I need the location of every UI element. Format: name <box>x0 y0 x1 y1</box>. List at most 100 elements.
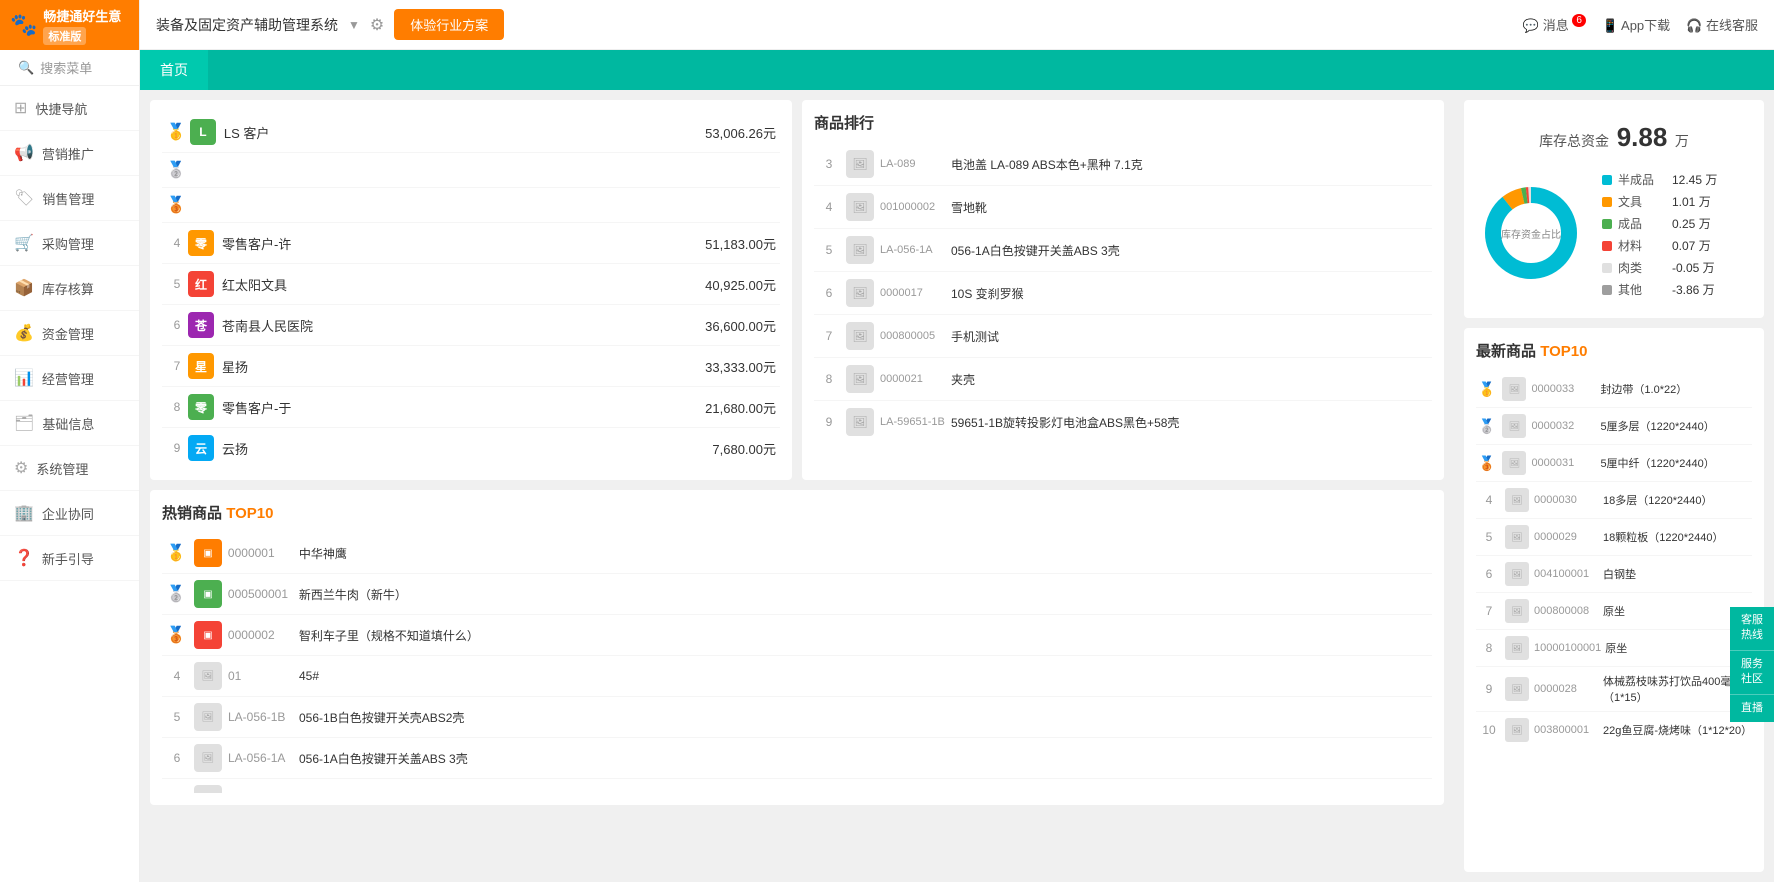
rank-number: 4 <box>166 236 188 250</box>
sidebar-item-basic[interactable]: 🗂 基础信息 <box>0 401 139 446</box>
np-id: 0000030 <box>1534 494 1599 506</box>
thumb-placeholder: 🖼 <box>1511 643 1522 654</box>
rank-number: 9 <box>166 441 188 455</box>
product-id: LA-056-1A <box>880 244 945 256</box>
msg-badge: 6 <box>1572 14 1586 27</box>
thumb-placeholder: 🖼 <box>1511 684 1522 695</box>
product-name: 056-1B白色按键开关壳ABS2壳 <box>299 709 1428 726</box>
legend-value: -3.86 万 <box>1672 281 1715 298</box>
product-name: 智利车子里（规格不知道填什么） <box>299 627 1428 644</box>
legend-label: 肉类 <box>1618 259 1666 276</box>
sidebar-item-purchase[interactable]: 🛒采购管理 <box>0 221 139 266</box>
product-name: 雪地靴 <box>951 199 1428 216</box>
quick-nav-label: 快捷导航 <box>35 99 87 118</box>
product-name: 中华神鹰 <box>299 545 1428 562</box>
product-thumb: 🖼 <box>194 662 222 690</box>
sidebar-item-inventory[interactable]: 📦库存核算 <box>0 266 139 311</box>
np-thumb: 🖼 <box>1505 488 1529 512</box>
product-id: LA-056-1A <box>228 751 293 765</box>
rank-number: 6 <box>166 318 188 332</box>
np-thumb: 🖼 <box>1502 377 1526 401</box>
sidebar-item-sales[interactable]: 🏷销售管理 <box>0 176 139 221</box>
operations-label: 经营管理 <box>42 369 94 388</box>
new-product-row: 4🖼000003018多层（1220*2440） <box>1476 482 1752 519</box>
product-rank-row: 3🖼LA-089电池盖 LA-089 ABS本色+黑种 7.1克 <box>814 143 1432 186</box>
customer-service-button[interactable]: 客服 热线 <box>1730 607 1774 651</box>
legend-item: 成品0.25 万 <box>1602 215 1717 232</box>
new-product-row: 10🖼00380000122g鱼豆腐-烧烤味（1*12*20） <box>1476 712 1752 748</box>
finance-icon: 💰 <box>14 323 34 343</box>
customer-rank-row: 🥈 <box>162 153 780 188</box>
dropdown-icon[interactable]: ▼ <box>348 18 360 32</box>
content-left: 🥇LLS 客户53,006.26元🥈🥉4零零售客户-许51,183.00元5红红… <box>140 90 1454 882</box>
experience-btn[interactable]: 体验行业方案 <box>394 9 504 40</box>
customer-amount: 53,006.26元 <box>705 123 776 142</box>
product-name: 056-1A白色按键开关盖ABS 3壳 <box>299 750 1428 767</box>
rank-number: 8 <box>1478 641 1500 655</box>
product-id: 0000021 <box>880 373 945 385</box>
inventory-label: 库存核算 <box>42 279 94 298</box>
product-id: 0000001 <box>228 546 293 560</box>
np-id: 0000029 <box>1534 531 1599 543</box>
thumb-icon: 🖼 <box>852 243 867 257</box>
product-rank-row: 8🖼0000021夹壳 <box>814 358 1432 401</box>
customer-badge: 零 <box>188 394 214 420</box>
sidebar-item-system[interactable]: ⚙系统管理 <box>0 446 139 491</box>
product-rank-row: 5🖼LA-056-1A056-1A白色按键开关盖ABS 3壳 <box>814 229 1432 272</box>
product-name: 59651-1B旋转投影灯电池盒ABS黑色+58壳 <box>951 414 1428 431</box>
new-products-title: 最新商品 TOP10 <box>1476 340 1752 361</box>
legend-dot <box>1602 175 1612 185</box>
customer-badge: 红 <box>188 271 214 297</box>
customer-badge: L <box>190 119 216 145</box>
hot-product-row: 7🖼NB2.0X30B2.0X30MM双搓花轴,搓花直径2.1MM/ROHS <box>162 779 1432 793</box>
sidebar-item-operations[interactable]: 📊经营管理 <box>0 356 139 401</box>
sidebar-item-finance[interactable]: 💰资金管理 <box>0 311 139 356</box>
product-name: 056-1A白色按键开关盖ABS 3壳 <box>951 242 1428 259</box>
sidebar-item-guide[interactable]: ❓ 新手引导 <box>0 536 139 581</box>
np-thumb: 🖼 <box>1505 677 1529 701</box>
direct-button[interactable]: 直播 <box>1730 695 1774 722</box>
float-buttons: 客服 热线服务 社区直播 <box>1730 607 1774 722</box>
topbar: 装备及固定资产辅助管理系统 ▼ ⚙ 体验行业方案 💬 消息 6 📱 App下载 … <box>140 0 1774 50</box>
product-id: LA-089 <box>880 158 945 170</box>
guide-icon: ❓ <box>14 548 34 568</box>
legend-value: 0.25 万 <box>1672 215 1711 232</box>
sidebar-item-marketing[interactable]: 📢营销推广 <box>0 131 139 176</box>
inventory-label: 库存总资金 <box>1539 133 1609 149</box>
app-download-btn[interactable]: 📱 App下载 <box>1602 15 1670 34</box>
donut-legend: 半成品12.45 万文具1.01 万成品0.25 万材料0.07 万肉类-0.0… <box>1602 171 1717 298</box>
rank-number: 5 <box>166 277 188 291</box>
guide-label: 新手引导 <box>42 549 94 568</box>
product-id: 0000002 <box>228 628 293 642</box>
customer-rank-row: 7星星扬33,333.00元 <box>162 346 780 387</box>
app-logo: 🐾 畅捷通好生意 标准版 <box>0 0 139 50</box>
company-label: 企业协同 <box>42 504 94 523</box>
sidebar-item-company[interactable]: 🏢企业协同 <box>0 491 139 536</box>
rank-number: 4 <box>1478 493 1500 507</box>
rank-number: 5 <box>166 710 188 724</box>
sidebar-item-quick-nav[interactable]: ⊞快捷导航 <box>0 86 139 131</box>
np-thumb: 🖼 <box>1505 636 1529 660</box>
online-service-btn[interactable]: 🎧 在线客服 <box>1686 15 1758 34</box>
new-product-row: 🥈🖼00000325厘多层（1220*2440） <box>1476 408 1752 445</box>
customer-name: 星扬 <box>222 357 705 376</box>
np-id: 003800001 <box>1534 724 1599 736</box>
legend-item: 其他-3.86 万 <box>1602 281 1717 298</box>
thumb-icon: 🖼 <box>852 157 867 171</box>
system-title: 装备及固定资产辅助管理系统 <box>156 15 338 35</box>
basic-label: 基础信息 <box>42 414 94 433</box>
product-rank-row: 6🖼000001710S 变刹罗猴 <box>814 272 1432 315</box>
tab-home[interactable]: 首页 <box>140 50 208 90</box>
new-product-row: 7🖼000800008原坐 <box>1476 593 1752 630</box>
settings-icon[interactable]: ⚙ <box>370 15 384 35</box>
legend-label: 半成品 <box>1618 171 1666 188</box>
service-community-button[interactable]: 服务 社区 <box>1730 651 1774 695</box>
content-right: 库存总资金 9.88 万 <box>1454 90 1774 882</box>
message-btn[interactable]: 💬 消息 6 <box>1523 15 1586 34</box>
product-thumb: ▣ <box>194 580 222 608</box>
basic-icon: 🗂 <box>14 413 34 433</box>
customer-name: 云扬 <box>222 439 712 458</box>
product-rank-title: 商品排行 <box>814 112 1432 133</box>
search-menu[interactable]: 🔍 搜索菜单 <box>0 50 139 86</box>
legend-dot <box>1602 197 1612 207</box>
